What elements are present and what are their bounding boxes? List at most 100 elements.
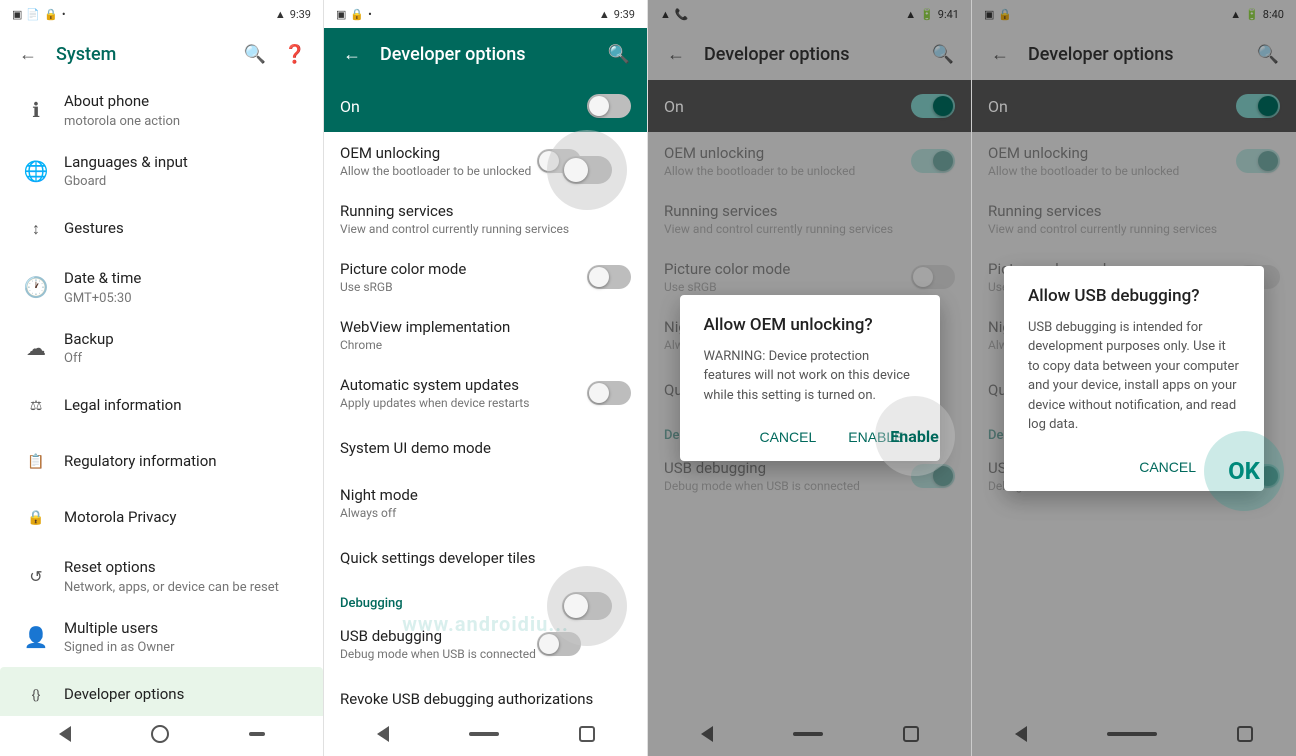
picture-color-toggle[interactable]	[587, 265, 631, 289]
developer-toggle[interactable]	[587, 94, 631, 118]
settings-item-languages[interactable]: 🌐 Languages & input Gboard	[0, 141, 323, 202]
status-icons-middle: ▲ 9:39	[599, 8, 635, 21]
picture-color-item[interactable]: Picture color mode Use sRGB	[324, 248, 647, 306]
oem-subtitle: Allow the bootloader to be unlocked	[340, 164, 537, 178]
page-title-middle: Developer options	[372, 44, 599, 65]
doc-icon: 📄	[26, 8, 40, 21]
reset-title: Reset options	[64, 558, 307, 578]
backup-subtitle: Off	[64, 351, 307, 366]
recents-nav-m[interactable]	[579, 726, 595, 742]
settings-item-developer[interactable]: {} Developer options	[0, 667, 323, 716]
back-nav[interactable]	[59, 726, 71, 742]
home-nav[interactable]	[151, 725, 169, 743]
settings-item-backup[interactable]: ☁ Backup Off	[0, 318, 323, 379]
system-ui-title: System UI demo mode	[340, 439, 631, 457]
regulatory-title: Regulatory information	[64, 452, 307, 472]
datetime-subtitle: GMT+05:30	[64, 291, 307, 306]
dot-icon: •	[62, 8, 66, 21]
privacy-icon: 🔒	[16, 510, 56, 526]
auto-updates-item[interactable]: Automatic system updates Apply updates w…	[324, 364, 647, 422]
developer-title: Developer options	[64, 685, 307, 705]
usb-title: USB debugging	[340, 627, 537, 645]
toggle-zoom-usb-decoration	[547, 566, 627, 646]
auto-updates-subtitle: Apply updates when device restarts	[340, 396, 587, 410]
legal-title: Legal information	[64, 396, 307, 416]
search-button-middle[interactable]: 🔍	[599, 34, 639, 74]
usb-dialog-body: USB debugging is intended for developmen…	[1028, 318, 1240, 435]
developer-options-panel-r1: ▲ 📞 ▲ 🔋 9:41 ← Developer options 🔍 On	[648, 0, 972, 756]
usb-cancel-button[interactable]: Cancel	[1127, 451, 1208, 483]
oem-dialog-body: WARNING: Device protection features will…	[704, 347, 916, 406]
toggle-zoom-decoration	[547, 132, 627, 210]
about-subtitle: motorola one action	[64, 114, 307, 129]
sim-icon-m: ▣	[336, 8, 346, 21]
ok-text: OK	[1228, 457, 1260, 485]
settings-list: ℹ About phone motorola one action 🌐 Lang…	[0, 80, 323, 716]
right-panels-container: ▲ 📞 ▲ 🔋 9:41 ← Developer options 🔍 On	[648, 0, 1296, 756]
languages-subtitle: Gboard	[64, 174, 307, 189]
auto-updates-toggle[interactable]	[587, 381, 631, 405]
developer-options-panel: ▣ 🔒 • ▲ 9:39 ← Developer options 🔍 On OE…	[324, 0, 648, 756]
back-button-middle[interactable]: ←	[332, 34, 372, 74]
system-settings-panel: ▣ 📄 🔒 • ▲ 9:39 ← System 🔍 ❓ ℹ About phon…	[0, 0, 324, 756]
settings-item-regulatory[interactable]: 📋 Regulatory information	[0, 434, 323, 490]
privacy-title: Motorola Privacy	[64, 508, 307, 528]
settings-item-reset[interactable]: ↺ Reset options Network, apps, or device…	[0, 546, 323, 607]
settings-item-privacy[interactable]: 🔒 Motorola Privacy	[0, 490, 323, 546]
developer-icon: {}	[16, 688, 56, 703]
users-icon: 👤	[16, 625, 56, 649]
webview-title: WebView implementation	[340, 318, 631, 336]
revoke-usb-item[interactable]: Revoke USB debugging authorizations	[324, 673, 647, 716]
search-button[interactable]: 🔍	[235, 34, 275, 74]
auto-updates-title: Automatic system updates	[340, 376, 587, 394]
settings-item-gestures[interactable]: ↕ Gestures	[0, 201, 323, 257]
languages-title: Languages & input	[64, 153, 307, 173]
ok-circle-decoration: OK	[1204, 431, 1284, 511]
help-button[interactable]: ❓	[275, 34, 315, 74]
datetime-title: Date & time	[64, 269, 307, 289]
settings-item-about[interactable]: ℹ About phone motorola one action	[0, 80, 323, 141]
wifi-icon-m: ▲	[599, 8, 610, 21]
toggle-thumb-middle	[589, 96, 609, 116]
settings-item-legal[interactable]: ⚖ Legal information	[0, 378, 323, 434]
developer-options-list-middle: OEM unlocking Allow the bootloader to be…	[324, 132, 647, 716]
night-mode-subtitle: Always off	[340, 506, 631, 520]
enable-circle-decoration: Enable	[875, 396, 955, 476]
users-title: Multiple users	[64, 619, 307, 639]
notification-icons: ▣ 📄 🔒 •	[12, 8, 66, 21]
settings-item-datetime[interactable]: 🕐 Date & time GMT+05:30	[0, 257, 323, 318]
lock-icon-m: 🔒	[350, 8, 364, 21]
oem-cancel-button[interactable]: Cancel	[747, 421, 828, 453]
back-nav-m[interactable]	[377, 726, 389, 742]
oem-dialog-title: Allow OEM unlocking?	[704, 315, 916, 335]
home-nav-m[interactable]	[469, 732, 499, 736]
usb-dialog-wrapper: Allow USB debugging? USB debugging is in…	[1004, 266, 1264, 491]
settings-item-users[interactable]: 👤 Multiple users Signed in as Owner	[0, 607, 323, 668]
status-icons: ▲ 9:39	[275, 8, 311, 21]
oem-title: OEM unlocking	[340, 144, 537, 162]
oem-dialog-overlay: Allow OEM unlocking? WARNING: Device pro…	[648, 0, 971, 756]
back-icon[interactable]: ←	[8, 34, 48, 74]
about-icon: ℹ	[16, 98, 56, 122]
system-ui-item[interactable]: System UI demo mode	[324, 422, 647, 474]
usb-subtitle: Debug mode when USB is connected	[340, 647, 537, 661]
night-mode-item[interactable]: Night mode Always off	[324, 474, 647, 532]
usb-dialog-overlay: Allow USB debugging? USB debugging is in…	[972, 0, 1296, 756]
developer-on-label: On	[340, 97, 587, 116]
webview-item[interactable]: WebView implementation Chrome	[324, 306, 647, 364]
nav-bar-middle	[324, 716, 647, 756]
datetime-icon: 🕐	[16, 275, 56, 299]
picture-color-title: Picture color mode	[340, 260, 587, 278]
regulatory-icon: 📋	[16, 454, 56, 470]
developer-on-row: On	[324, 80, 647, 132]
picture-color-subtitle: Use sRGB	[340, 280, 587, 294]
users-subtitle: Signed in as Owner	[64, 640, 307, 655]
running-subtitle: View and control currently running servi…	[340, 222, 631, 236]
recents-nav[interactable]	[249, 732, 265, 736]
night-mode-title: Night mode	[340, 486, 631, 504]
app-bar-middle: ← Developer options 🔍	[324, 28, 647, 80]
app-bar-system: ← System 🔍 ❓	[0, 28, 323, 80]
reset-subtitle: Network, apps, or device can be reset	[64, 580, 307, 595]
status-bar-middle: ▣ 🔒 • ▲ 9:39	[324, 0, 647, 28]
enable-text: Enable	[890, 427, 938, 446]
